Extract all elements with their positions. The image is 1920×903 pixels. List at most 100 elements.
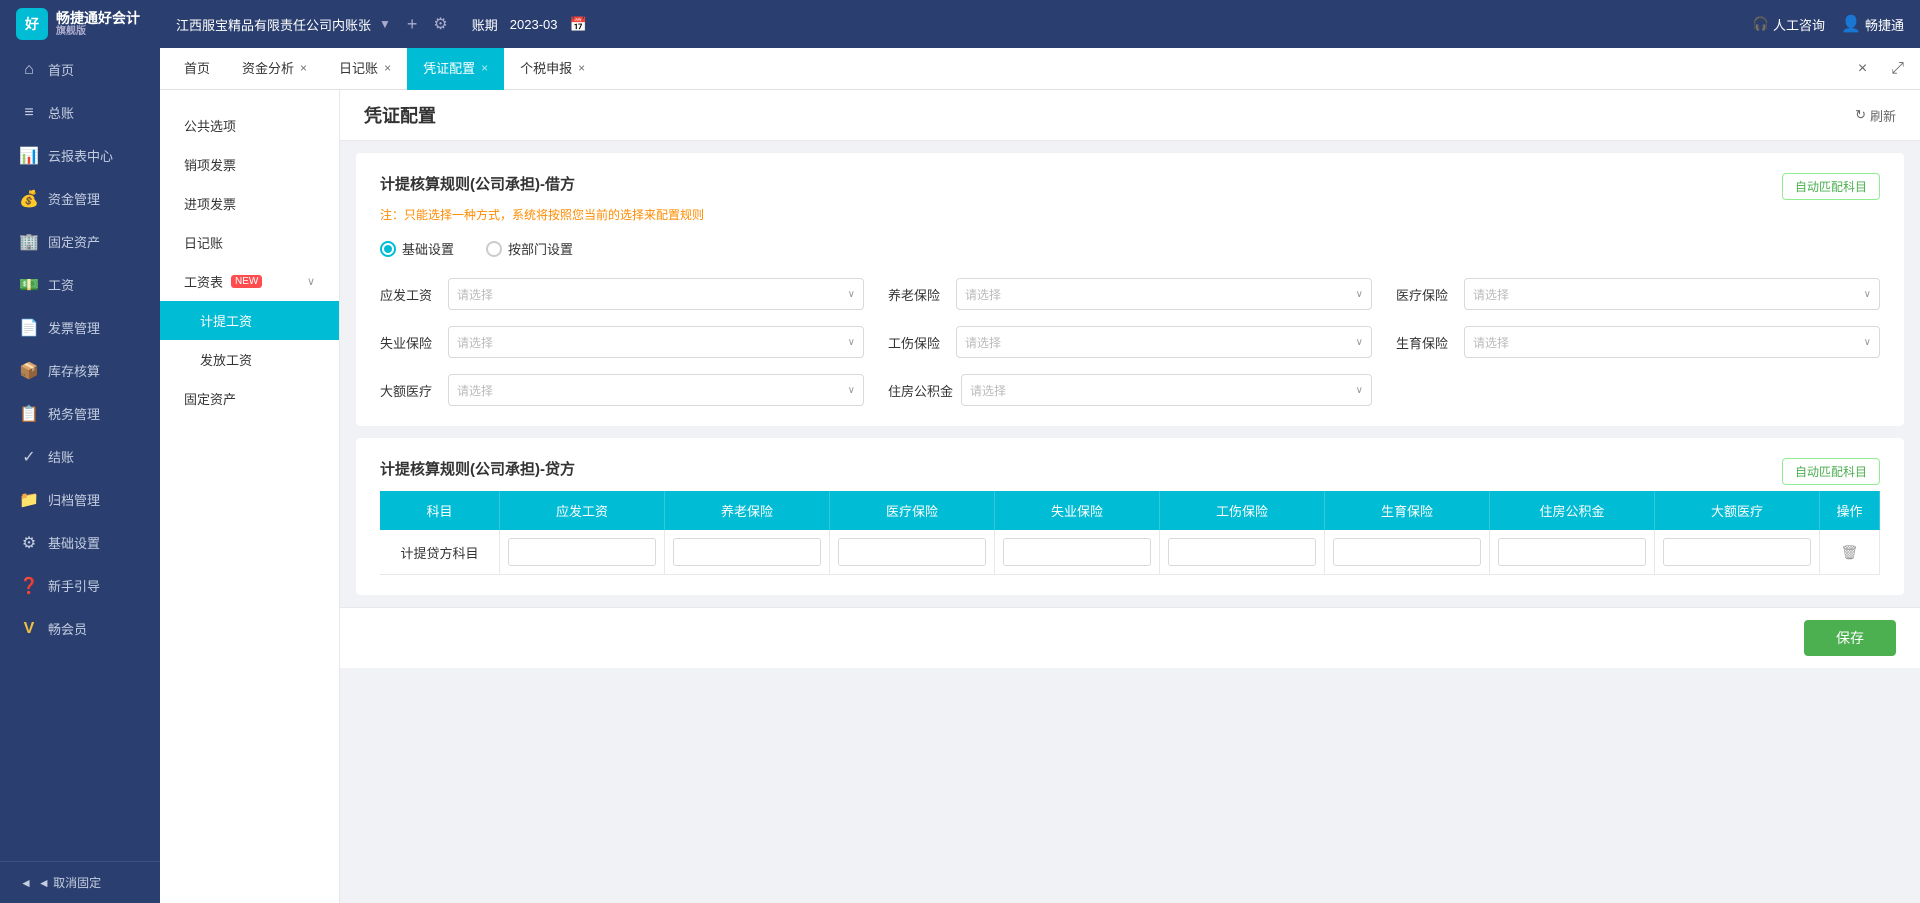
- radio-department[interactable]: 按部门设置: [486, 239, 573, 258]
- sidebar-item-fixed-assets[interactable]: 🏢 固定资产: [0, 220, 160, 263]
- tab-close-icon[interactable]: ×: [481, 61, 488, 75]
- sidebar-item-invoice[interactable]: 📄 发票管理: [0, 306, 160, 349]
- sidebar-item-guide[interactable]: ❓ 新手引导: [0, 564, 160, 607]
- td-maternity-input[interactable]: [1325, 530, 1490, 574]
- select-base-salary[interactable]: 请选择 ∨: [448, 278, 864, 310]
- radio-circle-basic: [380, 241, 396, 257]
- select-housing-fund[interactable]: 请选择 ∨: [961, 374, 1372, 406]
- sidebar-item-salary[interactable]: 💵 工资: [0, 263, 160, 306]
- select-maternity[interactable]: 请选择 ∨: [1464, 326, 1880, 358]
- headset-icon: 🎧: [1753, 16, 1769, 32]
- select-pension[interactable]: 请选择 ∨: [956, 278, 1372, 310]
- user-btn[interactable]: 👤 畅捷通: [1841, 14, 1904, 34]
- radio-label-basic: 基础设置: [402, 239, 454, 258]
- th-large-medical: 大额医疗: [1655, 491, 1820, 530]
- refresh-icon: ↻: [1855, 107, 1866, 123]
- credit-large-medical-input[interactable]: [1663, 538, 1811, 566]
- delete-icon[interactable]: 🗑: [1841, 544, 1859, 561]
- debit-auto-match-btn[interactable]: 自动匹配科目: [1782, 173, 1880, 200]
- radio-label-dept: 按部门设置: [508, 239, 573, 258]
- support-btn[interactable]: 🎧 人工咨询: [1753, 15, 1825, 34]
- sidebar-item-inventory[interactable]: 📦 库存核算: [0, 349, 160, 392]
- sidebar-item-reports[interactable]: 📊 云报表中心: [0, 134, 160, 177]
- select-unemployment[interactable]: 请选择 ∨: [448, 326, 864, 358]
- left-nav-payroll-group[interactable]: 工资表 NEW ∨: [160, 262, 339, 301]
- dropdown-arrow-icon[interactable]: ▼: [379, 17, 391, 31]
- calendar-icon[interactable]: 📅: [570, 16, 587, 33]
- select-arrow-icon: ∨: [1864, 337, 1871, 348]
- credit-injury-input[interactable]: [1168, 538, 1316, 566]
- salary-icon: 💵: [20, 276, 38, 294]
- sidebar-item-vip[interactable]: V 畅会员: [0, 607, 160, 650]
- tab-close-icon[interactable]: ×: [300, 61, 307, 75]
- expand-btn[interactable]: ⤢: [1883, 56, 1912, 82]
- td-large-medical-input[interactable]: [1655, 530, 1820, 574]
- settings-icon[interactable]: ⚙: [433, 14, 447, 34]
- logo-icon: 好: [16, 8, 48, 40]
- add-icon[interactable]: +: [407, 14, 418, 35]
- cancel-pin-label: ◄ 取消固定: [38, 874, 101, 891]
- radio-basic[interactable]: 基础设置: [380, 239, 454, 258]
- select-medical[interactable]: 请选择 ∨: [1464, 278, 1880, 310]
- tab-voucher-config[interactable]: 凭证配置 ×: [407, 48, 504, 90]
- tab-close-icon[interactable]: ×: [384, 61, 391, 75]
- sidebar-item-funds[interactable]: 💰 资金管理: [0, 177, 160, 220]
- credit-unemployment-input[interactable]: [1003, 538, 1151, 566]
- credit-housing-fund-input[interactable]: [1498, 538, 1646, 566]
- guide-icon: ❓: [20, 577, 38, 595]
- debit-section-title: 计提核算规则(公司承担)-借方: [380, 173, 1880, 194]
- credit-maternity-input[interactable]: [1333, 538, 1481, 566]
- td-delete-btn[interactable]: 🗑: [1820, 530, 1880, 574]
- form-item-housing-fund: 住房公积金 请选择 ∨: [888, 374, 1372, 406]
- account-period-value: 2023-03: [510, 17, 558, 32]
- main-layout: ⌂ 首页 ≡ 总账 📊 云报表中心 💰 资金管理 🏢 固定资产 💵 工资 📄 发…: [0, 48, 1920, 903]
- tab-journal[interactable]: 日记账 ×: [323, 48, 407, 90]
- form-label-medical: 医疗保险: [1396, 285, 1456, 304]
- form-item-large-medical: 大额医疗 请选择 ∨: [380, 374, 864, 406]
- sidebar-item-archive[interactable]: 📁 归档管理: [0, 478, 160, 521]
- credit-medical-input[interactable]: [838, 538, 986, 566]
- td-pension-input[interactable]: [665, 530, 830, 574]
- credit-pension-input[interactable]: [673, 538, 821, 566]
- left-nav-label: 进项发票: [184, 197, 236, 212]
- credit-base-salary-input[interactable]: [508, 538, 656, 566]
- sidebar-item-home[interactable]: ⌂ 首页: [0, 48, 160, 91]
- left-nav-pay-salary[interactable]: 发放工资: [160, 340, 339, 379]
- tab-label: 资金分析: [242, 58, 294, 77]
- cancel-pin-btn[interactable]: ◄ ◄ 取消固定: [0, 861, 160, 903]
- left-nav-fixed-assets[interactable]: 固定资产: [160, 379, 339, 418]
- select-injury[interactable]: 请选择 ∨: [956, 326, 1372, 358]
- left-nav-accrual-salary[interactable]: 计提工资: [160, 301, 339, 340]
- form-label-maternity: 生育保险: [1396, 333, 1456, 352]
- td-housing-fund-input[interactable]: [1490, 530, 1655, 574]
- sidebar-item-basic-settings[interactable]: ⚙ 基础设置: [0, 521, 160, 564]
- tab-close-icon[interactable]: ×: [578, 61, 585, 75]
- tab-tax-filing[interactable]: 个税申报 ×: [504, 48, 601, 90]
- left-nav-journal[interactable]: 日记账: [160, 223, 339, 262]
- left-nav-sales-invoice[interactable]: 销项发票: [160, 145, 339, 184]
- td-unemployment-input[interactable]: [995, 530, 1160, 574]
- td-injury-input[interactable]: [1160, 530, 1325, 574]
- td-base-salary-input[interactable]: [500, 530, 665, 574]
- select-placeholder: 请选择: [965, 286, 1001, 303]
- refresh-btn[interactable]: ↻ 刷新: [1855, 106, 1896, 125]
- sidebar-item-ledger[interactable]: ≡ 总账: [0, 91, 160, 134]
- sidebar-item-tax[interactable]: 📋 税务管理: [0, 392, 160, 435]
- close-window-btn[interactable]: ×: [1850, 56, 1875, 82]
- select-arrow-icon: ∨: [1356, 289, 1363, 300]
- left-nav-public[interactable]: 公共选项: [160, 106, 339, 145]
- left-nav-label: 固定资产: [184, 392, 236, 407]
- sidebar-item-close-accounts[interactable]: ✓ 结账: [0, 435, 160, 478]
- form-item-pension: 养老保险 请选择 ∨: [888, 278, 1372, 310]
- credit-auto-match-btn[interactable]: 自动匹配科目: [1782, 458, 1880, 485]
- left-nav-purchase-invoice[interactable]: 进项发票: [160, 184, 339, 223]
- select-placeholder: 请选择: [970, 382, 1006, 399]
- td-medical-input[interactable]: [830, 530, 995, 574]
- tab-home[interactable]: 首页: [168, 48, 226, 90]
- topbar-company[interactable]: 江西服宝精品有限责任公司内账张 ▼ + ⚙ 账期 2023-03 📅: [176, 14, 1753, 35]
- tab-funds-analysis[interactable]: 资金分析 ×: [226, 48, 323, 90]
- left-nav-label: 工资表: [184, 272, 223, 291]
- select-large-medical[interactable]: 请选择 ∨: [448, 374, 864, 406]
- save-button[interactable]: 保存: [1804, 620, 1896, 656]
- debit-section-note: 注：只能选择一种方式，系统将按照您当前的选择来配置规则: [380, 206, 1880, 223]
